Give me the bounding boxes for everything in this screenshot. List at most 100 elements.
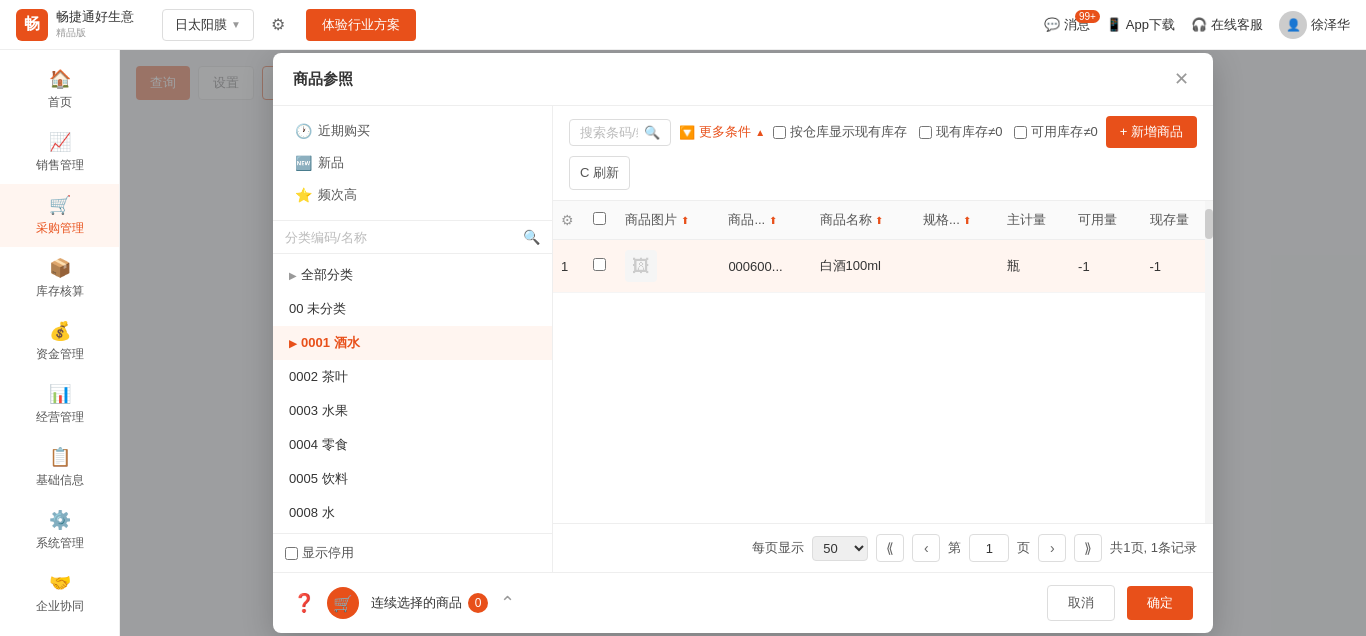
gear-icon[interactable]: ⚙ xyxy=(262,9,294,41)
sidebar-item-basic[interactable]: 📋 基础信息 xyxy=(0,436,119,499)
sort-icon: ⬆ xyxy=(769,215,777,226)
filter-label: 更多条件 xyxy=(699,123,751,141)
row-checkbox[interactable] xyxy=(593,258,606,271)
messages-badge: 99+ xyxy=(1075,10,1100,23)
current-stock-checkbox[interactable]: 现有库存≠0 xyxy=(919,123,1002,141)
sidebar-item-sales[interactable]: 📈 销售管理 xyxy=(0,121,119,184)
sidebar-item-system[interactable]: ⚙️ 系统管理 xyxy=(0,499,119,562)
operations-icon: 📊 xyxy=(49,383,71,405)
spec-cell xyxy=(915,240,999,293)
sidebar: 🏠 首页 📈 销售管理 🛒 采购管理 📦 库存核算 💰 资金管理 📊 经营管理 … xyxy=(0,50,120,636)
chevron-down-icon: ▼ xyxy=(231,19,241,30)
recent-icon: 🕐 xyxy=(295,123,312,139)
quick-link-new[interactable]: 🆕 新品 xyxy=(285,148,540,178)
cancel-button[interactable]: 取消 xyxy=(1047,585,1115,621)
table-row[interactable]: 1 🖼 000600... 白酒100ml 瓶 xyxy=(553,240,1213,293)
warehouse-stock-checkbox[interactable]: 按仓库显示现有库存 xyxy=(773,123,907,141)
show-disabled-checkbox[interactable]: 显示停用 xyxy=(285,544,354,562)
category-search-input[interactable] xyxy=(285,230,517,245)
category-item-uncategorized[interactable]: 00 未分类 xyxy=(273,292,552,326)
nav-selector[interactable]: 日太阳膜 ▼ xyxy=(162,9,254,41)
code-cell: 000600... xyxy=(720,240,811,293)
quick-link-frequent[interactable]: ⭐ 频次高 xyxy=(285,180,540,210)
th-stock: 现存量 xyxy=(1142,201,1213,240)
category-item-water[interactable]: 0008 水 xyxy=(273,496,552,530)
category-label: 0002 茶叶 xyxy=(289,368,348,386)
sidebar-item-operations[interactable]: 📊 经营管理 xyxy=(0,373,119,436)
sidebar-item-label: 资金管理 xyxy=(36,346,84,363)
category-label: 0005 饮料 xyxy=(289,470,348,488)
help-icon[interactable]: ❓ xyxy=(293,592,315,614)
available-cell: -1 xyxy=(1070,240,1141,293)
th-spec-label: 规格... xyxy=(923,212,960,227)
category-label: 00 未分类 xyxy=(289,300,346,318)
warehouse-stock-label: 按仓库显示现有库存 xyxy=(790,123,907,141)
page-input[interactable]: 1 xyxy=(969,534,1009,562)
collapse-icon[interactable]: ⌃ xyxy=(500,592,515,614)
last-page-button[interactable]: ⟫ xyxy=(1074,534,1102,562)
sidebar-item-label: 库存核算 xyxy=(36,283,84,300)
category-item-snack[interactable]: 0004 零食 xyxy=(273,428,552,462)
select-all-checkbox[interactable] xyxy=(593,212,606,225)
confirm-button[interactable]: 确定 xyxy=(1127,586,1193,620)
product-search-input[interactable] xyxy=(580,125,638,140)
table-config-icon[interactable]: ⚙ xyxy=(561,212,574,228)
page-word2: 页 xyxy=(1017,539,1030,557)
experience-button[interactable]: 体验行业方案 xyxy=(306,9,416,41)
category-item-liquor[interactable]: ▶ 0001 酒水 xyxy=(273,326,552,360)
show-disabled-input[interactable] xyxy=(285,547,298,560)
add-product-button[interactable]: + 新增商品 xyxy=(1106,116,1197,148)
category-item-all[interactable]: ▶ 全部分类 xyxy=(273,258,552,292)
sort-icon: ⬆ xyxy=(681,215,689,226)
inventory-icon: 📦 xyxy=(49,257,71,279)
sidebar-item-inventory[interactable]: 📦 库存核算 xyxy=(0,247,119,310)
first-page-button[interactable]: ⟪ xyxy=(876,534,904,562)
stock-cell: -1 xyxy=(1142,240,1213,293)
collab-icon: 🤝 xyxy=(49,572,71,594)
th-unit: 主计量 xyxy=(999,201,1070,240)
system-icon: ⚙️ xyxy=(49,509,71,531)
new-icon: 🆕 xyxy=(295,155,312,171)
th-image: 商品图片 ⬆ xyxy=(617,201,720,240)
scrollbar-thumb xyxy=(1205,209,1213,239)
total-info: 共1页, 1条记录 xyxy=(1110,539,1197,557)
sidebar-item-finance[interactable]: 💰 资金管理 xyxy=(0,310,119,373)
sidebar-item-collab[interactable]: 🤝 企业协同 xyxy=(0,562,119,625)
search-icon-small[interactable]: 🔍 xyxy=(523,229,540,245)
messages-button[interactable]: 💬 消息 99+ xyxy=(1044,16,1090,34)
user-profile[interactable]: 👤 徐泽华 xyxy=(1279,11,1350,39)
app-layout: 🏠 首页 📈 销售管理 🛒 采购管理 📦 库存核算 💰 资金管理 📊 经营管理 … xyxy=(0,50,1366,636)
table-area: ⚙ 商品图片 ⬆ 商品... ⬆ xyxy=(553,201,1213,523)
category-item-beverage[interactable]: 0005 饮料 xyxy=(273,462,552,496)
refresh-button[interactable]: C 刷新 xyxy=(569,156,630,190)
online-service-button[interactable]: 🎧 在线客服 xyxy=(1191,16,1263,34)
show-disabled-label: 显示停用 xyxy=(302,544,354,562)
quick-link-recent[interactable]: 🕐 近期购买 xyxy=(285,116,540,146)
available-stock-checkbox[interactable]: 可用库存≠0 xyxy=(1014,123,1097,141)
search-icon[interactable]: 🔍 xyxy=(644,125,660,140)
dialog-body: 🕐 近期购买 🆕 新品 ⭐ 频次高 xyxy=(273,106,1213,572)
sidebar-item-guide[interactable]: 🎯 新手引导 xyxy=(0,625,119,636)
available-stock-input[interactable] xyxy=(1014,126,1027,139)
next-page-button[interactable]: › xyxy=(1038,534,1066,562)
category-list: ▶ 全部分类 00 未分类 ▶ 0001 酒水 0002 茶 xyxy=(273,254,552,533)
prev-page-button[interactable]: ‹ xyxy=(912,534,940,562)
cart-icon[interactable]: 🛒 xyxy=(327,587,359,619)
sidebar-item-home[interactable]: 🏠 首页 xyxy=(0,58,119,121)
quick-link-label: 近期购买 xyxy=(318,122,370,140)
warehouse-stock-input[interactable] xyxy=(773,126,786,139)
dialog: 商品参照 ✕ 🕐 近期购买 xyxy=(273,53,1213,633)
category-label: 0008 水 xyxy=(289,504,335,522)
app-download-button[interactable]: 📱 App下载 xyxy=(1106,16,1175,34)
close-button[interactable]: ✕ xyxy=(1169,67,1193,91)
dialog-header: 商品参照 ✕ xyxy=(273,53,1213,106)
filter-button[interactable]: 🔽 更多条件 ▲ xyxy=(679,123,765,141)
chevron-up-icon: ▲ xyxy=(755,127,765,138)
sidebar-item-label: 首页 xyxy=(48,94,72,111)
page-size-select[interactable]: 50 100 200 xyxy=(812,536,868,561)
category-item-tea[interactable]: 0002 茶叶 xyxy=(273,360,552,394)
category-label: 0003 水果 xyxy=(289,402,348,420)
sidebar-item-purchase[interactable]: 🛒 采购管理 xyxy=(0,184,119,247)
current-stock-input[interactable] xyxy=(919,126,932,139)
category-item-fruit[interactable]: 0003 水果 xyxy=(273,394,552,428)
